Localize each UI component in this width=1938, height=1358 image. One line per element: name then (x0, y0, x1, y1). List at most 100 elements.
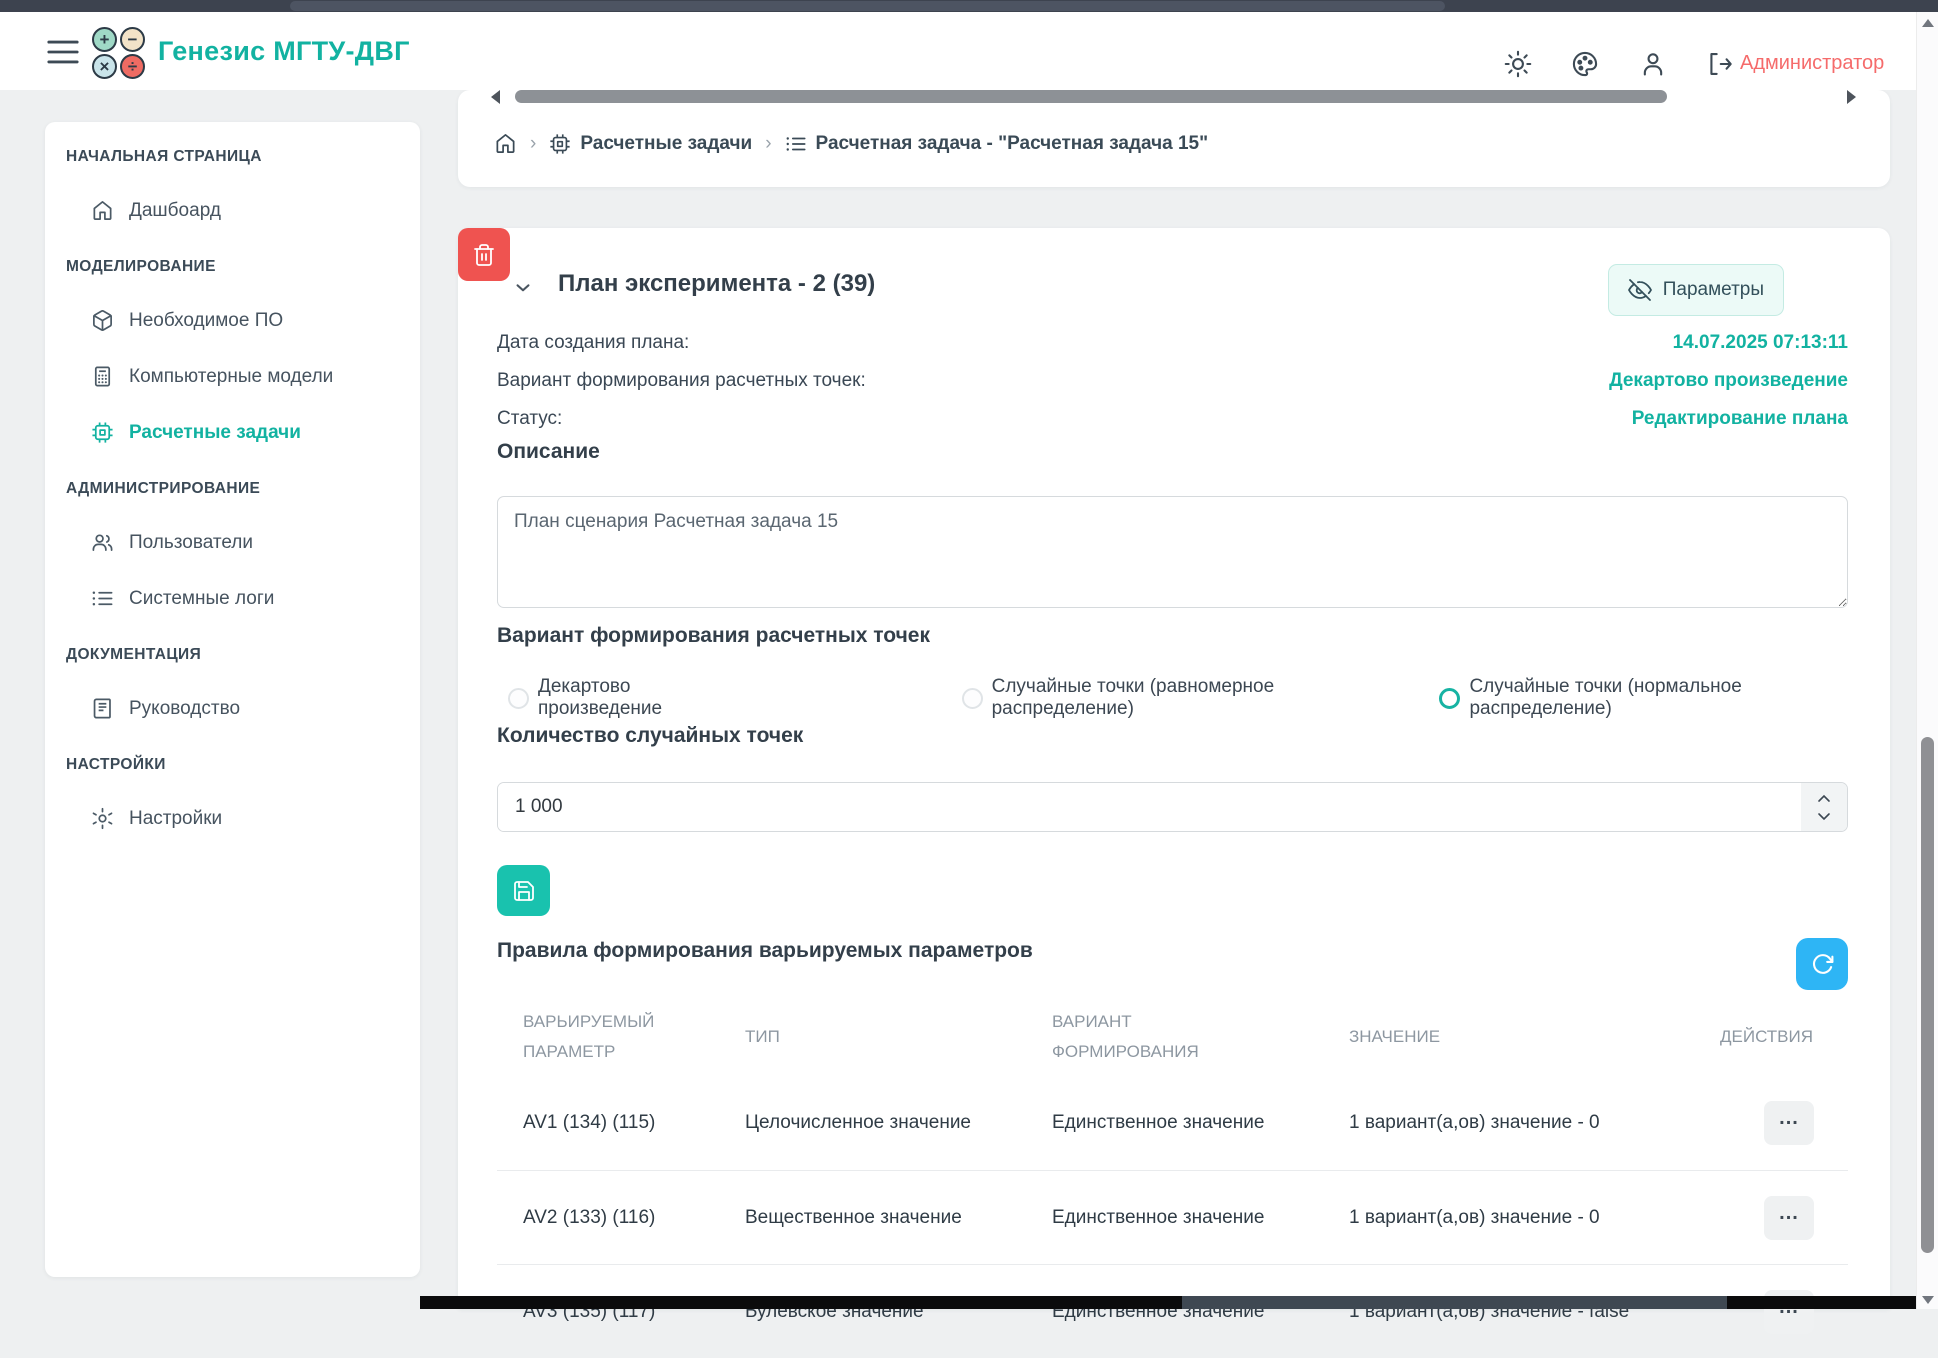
description-heading: Описание (497, 440, 600, 464)
vertical-scrollbar-thumb[interactable] (1921, 737, 1934, 1253)
sidebar-section-settings: НАСТРОЙКИ (66, 756, 402, 774)
cell-parameter: AV2 (133) (116) (497, 1207, 745, 1229)
meta-label: Статус: (497, 408, 562, 430)
sidebar-item-label: Руководство (129, 698, 240, 720)
cell-variant: Единственное значение (1052, 1207, 1349, 1229)
meta-label: Дата создания плана: (497, 332, 689, 354)
sidebar-item-label: Системные логи (129, 588, 274, 610)
collapse-chevron-icon[interactable] (510, 274, 536, 300)
list-icon (91, 587, 114, 610)
window-top-scrollbar-thumb[interactable] (290, 1, 1445, 11)
sidebar-item-label: Пользователи (129, 532, 253, 554)
radio-uniform-random[interactable]: Случайные точки (равномерное распределен… (962, 676, 1380, 720)
radio-normal-random[interactable]: Случайные точки (нормальное распределени… (1439, 676, 1848, 720)
radio-label: Случайные точки (нормальное распределени… (1469, 676, 1848, 720)
chevron-down-icon[interactable] (1817, 812, 1831, 821)
sidebar-item-required-software[interactable]: Необходимое ПО (66, 309, 402, 332)
description-textarea[interactable]: План сценария Расчетная задача 15 (497, 496, 1848, 608)
radio-circle-icon[interactable] (508, 688, 529, 709)
calculator-icon (91, 365, 114, 388)
logo-multiply-circle: × (92, 54, 117, 79)
number-stepper[interactable] (1801, 783, 1847, 831)
sidebar-item-label: Дашбоард (129, 200, 221, 222)
scroll-down-arrow-icon[interactable] (1922, 1296, 1934, 1304)
radio-circle-icon[interactable] (962, 688, 983, 709)
meta-row-created: Дата создания плана: 14.07.2025 07:13:11 (497, 332, 1848, 354)
user-role-label[interactable]: Администратор (1740, 52, 1884, 75)
variant-radio-group: Декартово произведение Случайные точки (… (497, 676, 1848, 720)
meta-value-created-date: 14.07.2025 07:13:11 (1673, 332, 1848, 354)
user-profile-icon[interactable] (1639, 50, 1667, 78)
home-icon (494, 132, 517, 155)
package-icon (91, 309, 114, 332)
save-button[interactable] (497, 865, 550, 916)
chevron-up-icon[interactable] (1817, 794, 1831, 803)
points-variant-heading: Вариант формирования расчетных точек (497, 624, 930, 648)
bottom-scrollbar-thumb[interactable] (1182, 1296, 1727, 1309)
sidebar-item-dashboard[interactable]: Дашбоард (66, 199, 402, 222)
sidebar-section-home: НАЧАЛЬНАЯ СТРАНИЦА (66, 148, 402, 166)
bottom-scrollbar[interactable] (420, 1296, 1916, 1309)
app-header: + − × ÷ Генезис МГТУ-ДВГ Администратор (0, 12, 1938, 90)
refresh-icon (1810, 952, 1835, 977)
radio-label: Случайные точки (равномерное распределен… (992, 676, 1380, 720)
cpu-icon (91, 421, 114, 444)
radio-cartesian[interactable]: Декартово произведение (508, 676, 737, 720)
radio-circle-icon[interactable] (1439, 688, 1460, 709)
sidebar-item-users[interactable]: Пользователи (66, 531, 402, 554)
scroll-up-arrow-icon[interactable] (1922, 19, 1934, 27)
app-logo: + − × ÷ (92, 27, 148, 79)
meta-row-variant: Вариант формирования расчетных точек: Де… (497, 370, 1848, 392)
app-title: Генезис МГТУ-ДВГ (158, 36, 410, 67)
points-count-input[interactable] (498, 783, 1801, 831)
sidebar-item-label: Необходимое ПО (129, 310, 283, 332)
hamburger-menu-icon[interactable] (46, 39, 80, 65)
row-actions-button[interactable]: ... (1764, 1196, 1814, 1240)
meta-row-status: Статус: Редактирование плана (497, 408, 1848, 430)
experiment-plan-card: План эксперимента - 2 (39) Параметры Дат… (458, 228, 1890, 1309)
points-count-heading: Количество случайных точек (497, 724, 803, 748)
refresh-rules-button[interactable] (1796, 938, 1848, 990)
window-top-scrollbar[interactable] (0, 0, 1938, 12)
sidebar-item-calculation-tasks[interactable]: Расчетные задачи (66, 421, 402, 444)
breadcrumb-calculation-tasks[interactable]: Расчетные задачи (549, 133, 752, 155)
home-icon (91, 199, 114, 222)
parameters-button-label: Параметры (1663, 279, 1764, 301)
meta-value-variant: Декартово произведение (1609, 370, 1848, 392)
breadcrumb-separator-icon: › (765, 133, 771, 155)
table-row: AV3 (135) (117) Булевское значение Единс… (497, 1264, 1848, 1358)
breadcrumb-label: Расчетные задачи (580, 133, 752, 155)
breadcrumb-home[interactable] (494, 132, 517, 155)
sidebar-item-computer-models[interactable]: Компьютерные модели (66, 365, 402, 388)
parameters-button[interactable]: Параметры (1608, 264, 1784, 316)
sidebar-item-system-logs[interactable]: Системные логи (66, 587, 402, 610)
theme-sun-icon[interactable] (1504, 50, 1532, 78)
rules-table-header: ВАРЬИРУЕМЫЙ ПАРАМЕТР ТИП ВАРИАНТ ФОРМИРО… (497, 998, 1848, 1076)
cell-variant: Единственное значение (1052, 1112, 1349, 1134)
col-header-value: ЗНАЧЕНИЕ (1349, 1022, 1720, 1052)
horizontal-scrollbar-thumb[interactable] (515, 90, 1667, 103)
hscroll-left-arrow-icon[interactable] (491, 90, 500, 104)
sidebar-item-settings[interactable]: Настройки (66, 807, 402, 830)
hscroll-right-arrow-icon[interactable] (1847, 90, 1856, 104)
row-actions-button[interactable]: ... (1764, 1101, 1814, 1145)
meta-label: Вариант формирования расчетных точек: (497, 370, 866, 392)
book-icon (91, 697, 114, 720)
breadcrumb: › Расчетные задачи › Расчетная задача - … (494, 132, 1208, 155)
sidebar-section-administration: АДМИНИСТРИРОВАНИЕ (66, 480, 402, 498)
vertical-scrollbar[interactable] (1916, 12, 1938, 1309)
logout-icon[interactable] (1705, 50, 1733, 78)
cell-type: Целочисленное значение (745, 1112, 1052, 1134)
gear-icon (91, 807, 114, 830)
rules-heading: Правила формирования варьируемых парамет… (497, 939, 1033, 963)
cell-type: Вещественное значение (745, 1207, 1052, 1229)
delete-plan-button[interactable] (458, 228, 510, 281)
col-header-parameter: ВАРЬИРУЕМЫЙ ПАРАМЕТР (497, 1007, 745, 1067)
radio-label: Декартово произведение (538, 676, 737, 720)
floppy-save-icon (512, 879, 536, 903)
sidebar-item-manual[interactable]: Руководство (66, 697, 402, 720)
points-count-field (497, 782, 1848, 832)
breadcrumb-current-task[interactable]: Расчетная задача - "Расчетная задача 15" (785, 133, 1209, 155)
sidebar: НАЧАЛЬНАЯ СТРАНИЦА Дашбоард МОДЕЛИРОВАНИ… (45, 122, 420, 1277)
palette-icon[interactable] (1571, 50, 1599, 78)
